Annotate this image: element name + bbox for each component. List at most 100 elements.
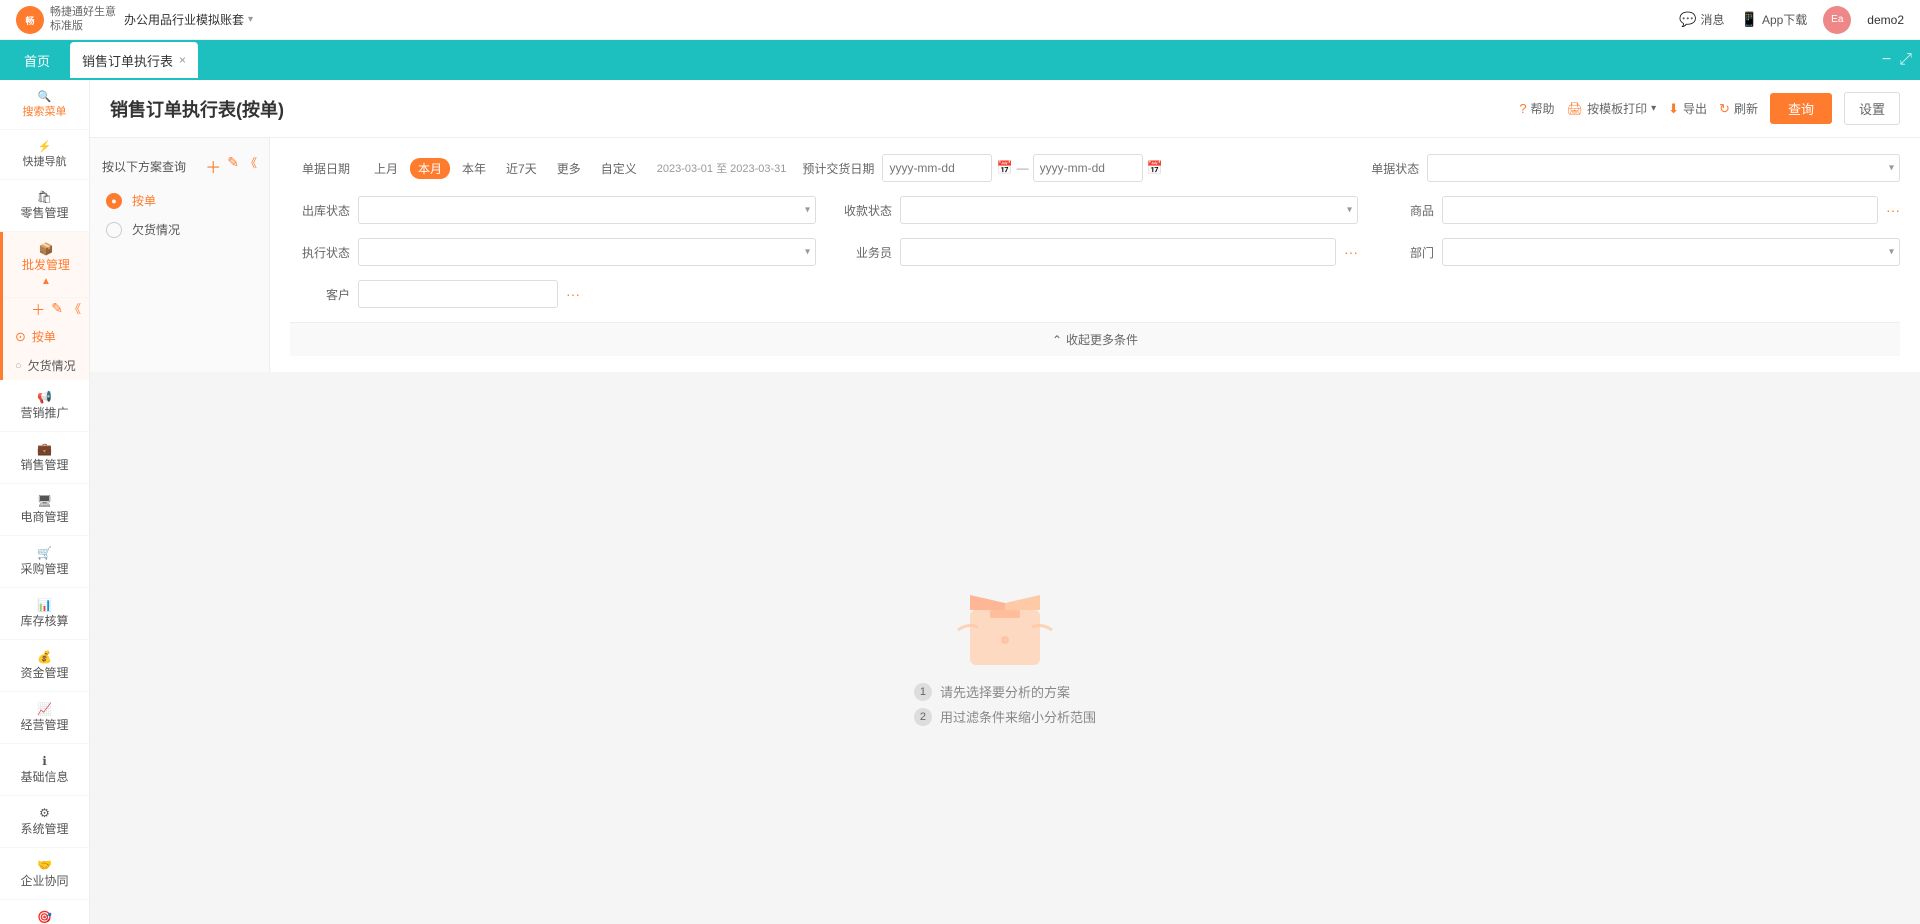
date-tab-this-month[interactable]: 本月 bbox=[410, 158, 450, 179]
user-name[interactable]: demo2 bbox=[1867, 13, 1904, 27]
sidebar-item-finance[interactable]: 💰 资金管理 bbox=[0, 640, 89, 692]
collapse-button[interactable]: ⌃ 收起更多条件 bbox=[290, 322, 1900, 356]
filter-option-按单[interactable]: ⊙ 按单 bbox=[3, 322, 89, 351]
sidebar-item-marketing[interactable]: 📢 营销推广 bbox=[0, 380, 89, 432]
query-button[interactable]: 查询 bbox=[1770, 93, 1832, 124]
sidebar-item-search[interactable]: 🔍 搜索菜单 bbox=[0, 80, 89, 130]
sidebar-item-basic[interactable]: ℹ 基础信息 bbox=[0, 744, 89, 796]
page-title: 销售订单执行表(按单) bbox=[110, 96, 284, 122]
content-area: 销售订单执行表(按单) ? 帮助 🖨 按模板打印 ▾ ⬇ 导出 ↻ 刷新 bbox=[90, 80, 1920, 924]
tab-sales-order-execution[interactable]: 销售订单执行表 × bbox=[70, 42, 198, 78]
predicted-date-start-input[interactable] bbox=[882, 154, 992, 182]
customer-ellipsis-icon[interactable]: ··· bbox=[566, 286, 580, 302]
filter-plan-欠货情况[interactable]: 欠货情况 bbox=[90, 215, 269, 244]
sidebar-item-newbie[interactable]: 🎯 新手引导 bbox=[0, 900, 89, 924]
department-label: 部门 bbox=[1374, 244, 1434, 261]
help-button[interactable]: ? 帮助 bbox=[1519, 100, 1554, 117]
sidebar-item-quick-nav[interactable]: ⚡ 快捷导航 bbox=[0, 130, 89, 180]
goods-label: 商品 bbox=[1374, 202, 1434, 219]
date-tab-more[interactable]: 更多 bbox=[549, 158, 589, 179]
sidebar-item-purchase[interactable]: 🛒 采购管理 bbox=[0, 536, 89, 588]
empty-box-svg bbox=[950, 575, 1060, 670]
sidebar-item-sales[interactable]: 💼 销售管理 bbox=[0, 432, 89, 484]
date-tab-7days[interactable]: 近7天 bbox=[498, 158, 545, 179]
filter-add-icon[interactable]: ＋ bbox=[205, 154, 221, 178]
search-icon: 🔍 bbox=[4, 90, 85, 103]
filter-plan-按单[interactable]: ● 按单 bbox=[90, 186, 269, 215]
date-label: 单据日期 bbox=[290, 160, 350, 177]
date-tab-this-year[interactable]: 本年 bbox=[454, 158, 494, 179]
print-button[interactable]: 🖨 按模板打印 ▾ bbox=[1567, 100, 1657, 117]
date-range-text: 2023-03-01 至 2023-03-31 bbox=[657, 160, 787, 176]
filter-group-status: 单据状态 bbox=[1359, 154, 1900, 182]
export-button[interactable]: ⬇ 导出 bbox=[1668, 100, 1707, 117]
execution-select[interactable] bbox=[358, 238, 816, 266]
collapse-icon: ⌃ bbox=[1052, 333, 1062, 347]
tab-expand-icon[interactable]: ⤢ bbox=[1899, 51, 1912, 69]
message-action[interactable]: 💬 消息 bbox=[1679, 11, 1724, 28]
quick-nav-icon: ⚡ bbox=[4, 140, 85, 153]
help-icon: ? bbox=[1519, 101, 1526, 116]
filter-option-inactive-icon: ○ bbox=[15, 360, 22, 372]
sales-icon: 💼 bbox=[4, 442, 85, 456]
sidebar-add-icon[interactable]: ＋ bbox=[31, 300, 45, 320]
filter-plan-title: 按以下方案查询 bbox=[102, 158, 186, 175]
tab-minimize-icon[interactable]: − bbox=[1882, 51, 1891, 69]
header-right: 💬 消息 📱 App下载 Ea demo2 bbox=[1679, 6, 1904, 34]
filter-date-tabs: 上月 本月 本年 近7天 更多 自定义 bbox=[366, 158, 645, 179]
date-tab-custom[interactable]: 自定义 bbox=[593, 158, 645, 179]
predicted-date-end-input[interactable] bbox=[1033, 154, 1143, 182]
filter-plan-header: 按以下方案查询 ＋ ✎ 《 bbox=[90, 150, 269, 186]
company-name: 办公用品行业模拟账套 bbox=[124, 11, 244, 28]
app-download-action[interactable]: 📱 App下载 bbox=[1741, 11, 1808, 28]
sidebar-item-retail[interactable]: 🛍 零售管理 bbox=[0, 180, 89, 232]
filter-group-goods: 商品 ··· bbox=[1374, 196, 1900, 224]
sidebar-action-icons: ＋ ✎ 《 bbox=[31, 300, 81, 320]
department-select[interactable] bbox=[1442, 238, 1900, 266]
user-avatar[interactable]: Ea bbox=[1823, 6, 1851, 34]
empty-state: 1 请先选择要分析的方案 2 用过滤条件来缩小分析范围 bbox=[914, 570, 1096, 726]
filter-group-outbound: 出库状态 bbox=[290, 196, 816, 224]
filter-collapse-sidebar-icon[interactable]: 《 bbox=[245, 154, 257, 178]
sidebar-edit-icon[interactable]: ✎ bbox=[51, 300, 63, 320]
sidebar-item-ecommerce[interactable]: 🖥 电商管理 bbox=[0, 484, 89, 536]
date-separator: — bbox=[1017, 161, 1029, 175]
operations-icon: 📈 bbox=[4, 702, 85, 716]
date-range-predicted: 📅 — 📅 bbox=[882, 154, 1162, 182]
date-tab-last-month[interactable]: 上月 bbox=[366, 158, 406, 179]
sidebar-item-system[interactable]: ⚙ 系统管理 bbox=[0, 796, 89, 848]
filter-option-active-icon: ⊙ bbox=[15, 329, 26, 345]
outbound-select[interactable] bbox=[358, 196, 816, 224]
filter-edit-icon[interactable]: ✎ bbox=[227, 154, 239, 178]
sidebar-item-cooperation[interactable]: 🤝 企业协同 bbox=[0, 848, 89, 900]
calendar-end-icon[interactable]: 📅 bbox=[1147, 160, 1163, 176]
filter-group-date: 单据日期 上月 本月 本年 近7天 更多 自定义 2023-03-01 至 20… bbox=[290, 158, 786, 179]
status-select[interactable] bbox=[1427, 154, 1900, 182]
tab-home[interactable]: 首页 bbox=[8, 40, 66, 80]
customer-input[interactable] bbox=[358, 280, 558, 308]
sidebar-collapse-icon[interactable]: 《 bbox=[69, 300, 81, 320]
wholesale-icon: 📦 bbox=[7, 242, 85, 256]
salesperson-label: 业务员 bbox=[832, 244, 892, 261]
sidebar-item-wholesale[interactable]: 📦 批发管理 ▲ bbox=[3, 232, 89, 298]
sidebar-item-operations[interactable]: 📈 经营管理 bbox=[0, 692, 89, 744]
filter-option-欠货情况[interactable]: ○ 欠货情况 bbox=[3, 351, 89, 380]
company-selector[interactable]: 办公用品行业模拟账套 ▾ bbox=[124, 11, 253, 28]
settings-button[interactable]: 设置 bbox=[1844, 92, 1900, 125]
refresh-button[interactable]: ↻ 刷新 bbox=[1719, 100, 1758, 117]
goods-input[interactable] bbox=[1442, 196, 1878, 224]
goods-ellipsis-icon[interactable]: ··· bbox=[1886, 202, 1900, 218]
tab-close-icon[interactable]: × bbox=[179, 53, 186, 67]
salesperson-ellipsis-icon[interactable]: ··· bbox=[1344, 244, 1358, 260]
calendar-start-icon[interactable]: 📅 bbox=[996, 160, 1012, 176]
tab-bar-right: − ⤢ bbox=[1882, 51, 1920, 69]
salesperson-input[interactable] bbox=[900, 238, 1336, 266]
receipt-select[interactable] bbox=[900, 196, 1358, 224]
message-icon: 💬 bbox=[1679, 11, 1696, 28]
predicted-date-label: 预计交货日期 bbox=[802, 160, 874, 177]
filter-panel: 按以下方案查询 ＋ ✎ 《 ● 按单 欠货情况 bbox=[90, 138, 1920, 372]
sidebar-item-inventory[interactable]: 📊 库存核算 bbox=[0, 588, 89, 640]
empty-illustration bbox=[945, 570, 1065, 670]
page-actions: ? 帮助 🖨 按模板打印 ▾ ⬇ 导出 ↻ 刷新 查询 设置 bbox=[1519, 92, 1900, 125]
app-download-icon: 📱 bbox=[1741, 11, 1758, 28]
